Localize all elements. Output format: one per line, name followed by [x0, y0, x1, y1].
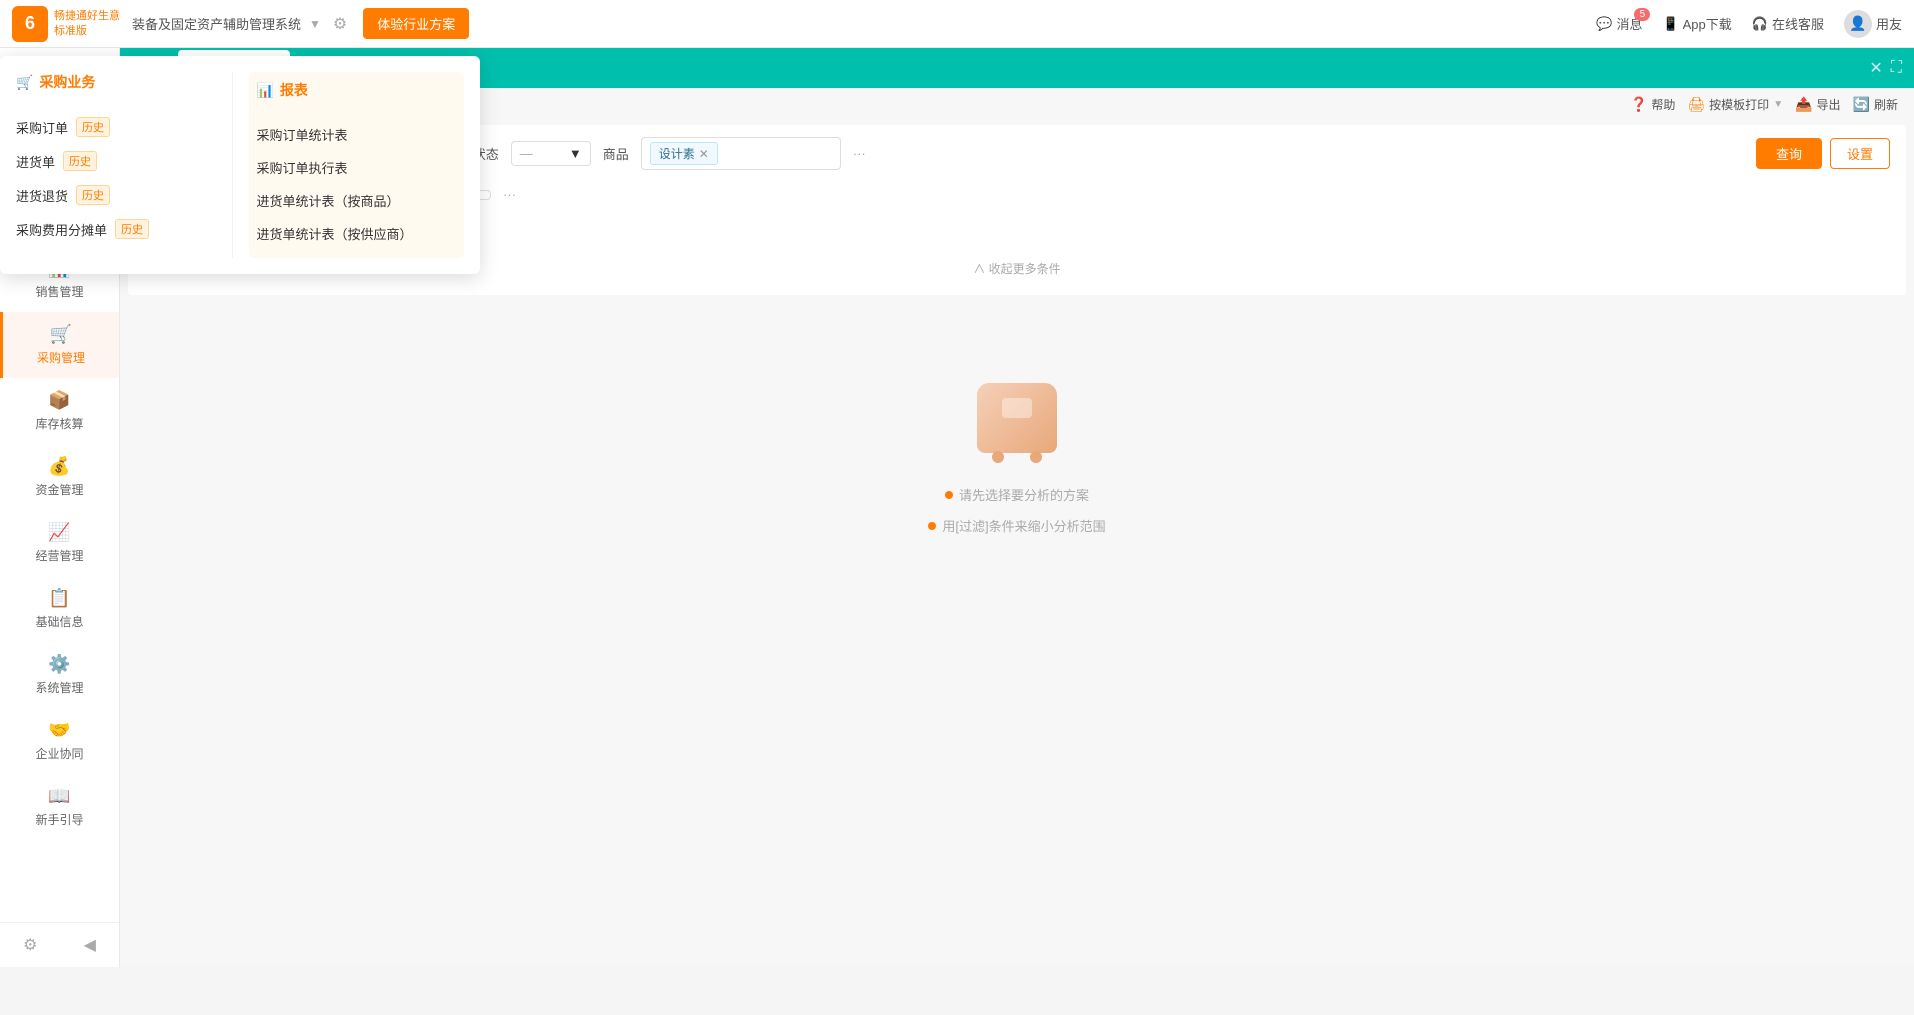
- menu-item-report-goods-by-supplier[interactable]: 进货单统计表（按供应商）: [257, 217, 457, 250]
- history-tag-3: 历史: [120, 219, 149, 239]
- empty-state-illustration: [957, 383, 1077, 473]
- salesperson-more-dots[interactable]: ···: [503, 187, 516, 202]
- help-icon: ❓: [1630, 96, 1647, 113]
- sidebar-item-system[interactable]: ⚙️ 系统管理: [0, 642, 119, 708]
- sidebar-item-newbie[interactable]: 📖 新手引导: [0, 774, 119, 840]
- system-dropdown-arrow[interactable]: ▼: [309, 17, 321, 31]
- logo-text: 畅捷通好生意 标准版: [54, 9, 120, 38]
- collapse-sidebar-icon[interactable]: ◀: [84, 935, 96, 955]
- message-button[interactable]: 💬 消息 5: [1596, 14, 1642, 33]
- goods-filter-tag: 设计素 ✕: [650, 142, 718, 165]
- sidebar-item-finance[interactable]: 💰 资金管理: [0, 444, 119, 510]
- inventory-icon: 📦: [48, 390, 70, 411]
- menu-item-purchase-expense[interactable]: 采购费用分摊单 历史: [120, 212, 216, 246]
- tab-close-all-icon[interactable]: ✕: [1869, 58, 1882, 78]
- query-button[interactable]: 查询: [1756, 138, 1822, 169]
- menu-item-goods-return[interactable]: 进货退货 历史: [120, 178, 216, 212]
- menu-item-goods-receipt[interactable]: 进货单 历史: [120, 144, 216, 178]
- topbar-system: 装备及固定资产辅助管理系统 ▼ ⚙ 体验行业方案: [132, 8, 1596, 39]
- mobile-icon: 📱: [1662, 16, 1678, 32]
- refresh-icon: 🔄: [1853, 96, 1870, 113]
- menu-section-reports-title: 📊 报表: [257, 80, 457, 106]
- print-button[interactable]: 🖨 按模板打印 ▼: [1687, 96, 1783, 113]
- sidebar-item-basicinfo[interactable]: 📋 基础信息: [0, 576, 119, 642]
- main-area: 🛒 采购业务 采购订单 历史 进货单 历史 进货退货 历史 采购费用分摊单: [120, 48, 1914, 967]
- goods-filter-label: 商品: [603, 144, 629, 163]
- menu-section-purchase: 🛒 采购业务 采购订单 历史 进货单 历史 进货退货 历史 采购费用分摊单: [120, 72, 216, 258]
- purchase-dropdown-menu: 🛒 采购业务 采购订单 历史 进货单 历史 进货退货 历史 采购费用分摊单: [120, 56, 480, 274]
- user-menu-button[interactable]: 👤 用友: [1844, 10, 1902, 38]
- print-icon: 🖨: [1687, 96, 1705, 113]
- enterprise-icon: 🤝: [48, 720, 70, 741]
- logo-area: 6 畅捷通好生意 标准版: [12, 6, 132, 42]
- message-icon: 💬: [1596, 16, 1612, 32]
- sidebar-item-operations[interactable]: 📈 经营管理: [0, 510, 119, 576]
- menu-divider: [232, 72, 233, 258]
- tab-maximize-icon[interactable]: ⛶: [1891, 59, 1902, 77]
- print-dropdown-arrow[interactable]: ▼: [1773, 99, 1783, 110]
- system-name: 装备及固定资产辅助管理系统: [132, 14, 301, 33]
- sidebar-item-enterprise[interactable]: 🤝 企业协同: [0, 708, 119, 774]
- menu-item-report-po-stats[interactable]: 采购订单统计表: [257, 118, 457, 151]
- help-button[interactable]: ❓ 帮助: [1630, 96, 1675, 113]
- sidebar-item-inventory[interactable]: 📦 库存核算: [0, 378, 119, 444]
- export-icon: 📤: [1795, 96, 1812, 113]
- doc-status-select[interactable]: — ▼: [511, 141, 591, 166]
- empty-state-line1: 请先选择要分析的方案: [945, 485, 1089, 504]
- main-layout: 🔍 搜索菜单 ⚡ 快捷导航 📢 营销推广 📊 销售管理 🛒 采购管理 📦 库存核…: [0, 48, 1914, 967]
- goods-filter-input[interactable]: 设计素 ✕: [641, 137, 841, 170]
- operations-icon: 📈: [48, 522, 70, 543]
- sidebar-item-purchase[interactable]: 🛒 采购管理: [0, 312, 119, 378]
- headset-icon: 🎧: [1752, 16, 1768, 32]
- empty-state-line2: 用[过滤]条件来缩小分析范围: [928, 516, 1105, 535]
- industry-button[interactable]: 体验行业方案: [363, 8, 469, 39]
- online-service-button[interactable]: 🎧 在线客服: [1752, 14, 1824, 33]
- menu-item-report-goods-by-product[interactable]: 进货单统计表（按商品）: [257, 184, 457, 217]
- logo-icon: 6: [12, 6, 48, 42]
- goods-tag-close[interactable]: ✕: [699, 147, 709, 161]
- system-gear-icon[interactable]: ⚙: [333, 14, 347, 34]
- sidebar-bottom: ⚙ ◀: [0, 922, 119, 967]
- app-download-button[interactable]: 📱 App下载: [1662, 14, 1731, 33]
- basicinfo-icon: 📋: [48, 588, 70, 609]
- empty-state: 请先选择要分析的方案 用[过滤]条件来缩小分析范围: [120, 303, 1914, 615]
- finance-icon: 💰: [48, 456, 70, 477]
- menu-item-purchase-order[interactable]: 采购订单 历史: [120, 110, 216, 144]
- menu-item-report-po-exec[interactable]: 采购订单执行表: [257, 151, 457, 184]
- purchase-icon: 🛒: [50, 324, 72, 345]
- goods-more-dots[interactable]: ···: [853, 146, 866, 161]
- tabbar-right-controls: ✕ ⛶: [1869, 58, 1914, 78]
- menu-section-purchase-title: 🛒 采购业务: [120, 72, 216, 98]
- topbar-right: 💬 消息 5 📱 App下载 🎧 在线客服 👤 用友: [1596, 10, 1902, 38]
- newbie-icon: 📖: [48, 786, 70, 807]
- system-icon: ⚙️: [48, 654, 70, 675]
- user-avatar: 👤: [1844, 10, 1872, 38]
- bottom-gear-icon[interactable]: ⚙: [23, 935, 37, 955]
- export-button[interactable]: 📤 导出: [1795, 96, 1840, 113]
- refresh-button[interactable]: 🔄 刷新: [1853, 96, 1898, 113]
- settings-button[interactable]: 设置: [1830, 138, 1890, 169]
- menu-section-reports: 📊 报表 采购订单统计表 采购订单执行表 进货单统计表（按商品） 进货单统计表（…: [249, 72, 465, 258]
- collapse-icon: ∧: [973, 262, 985, 276]
- reports-menu-icon: 📊: [257, 82, 274, 99]
- topbar: 6 畅捷通好生意 标准版 装备及固定资产辅助管理系统 ▼ ⚙ 体验行业方案 💬 …: [0, 0, 1914, 48]
